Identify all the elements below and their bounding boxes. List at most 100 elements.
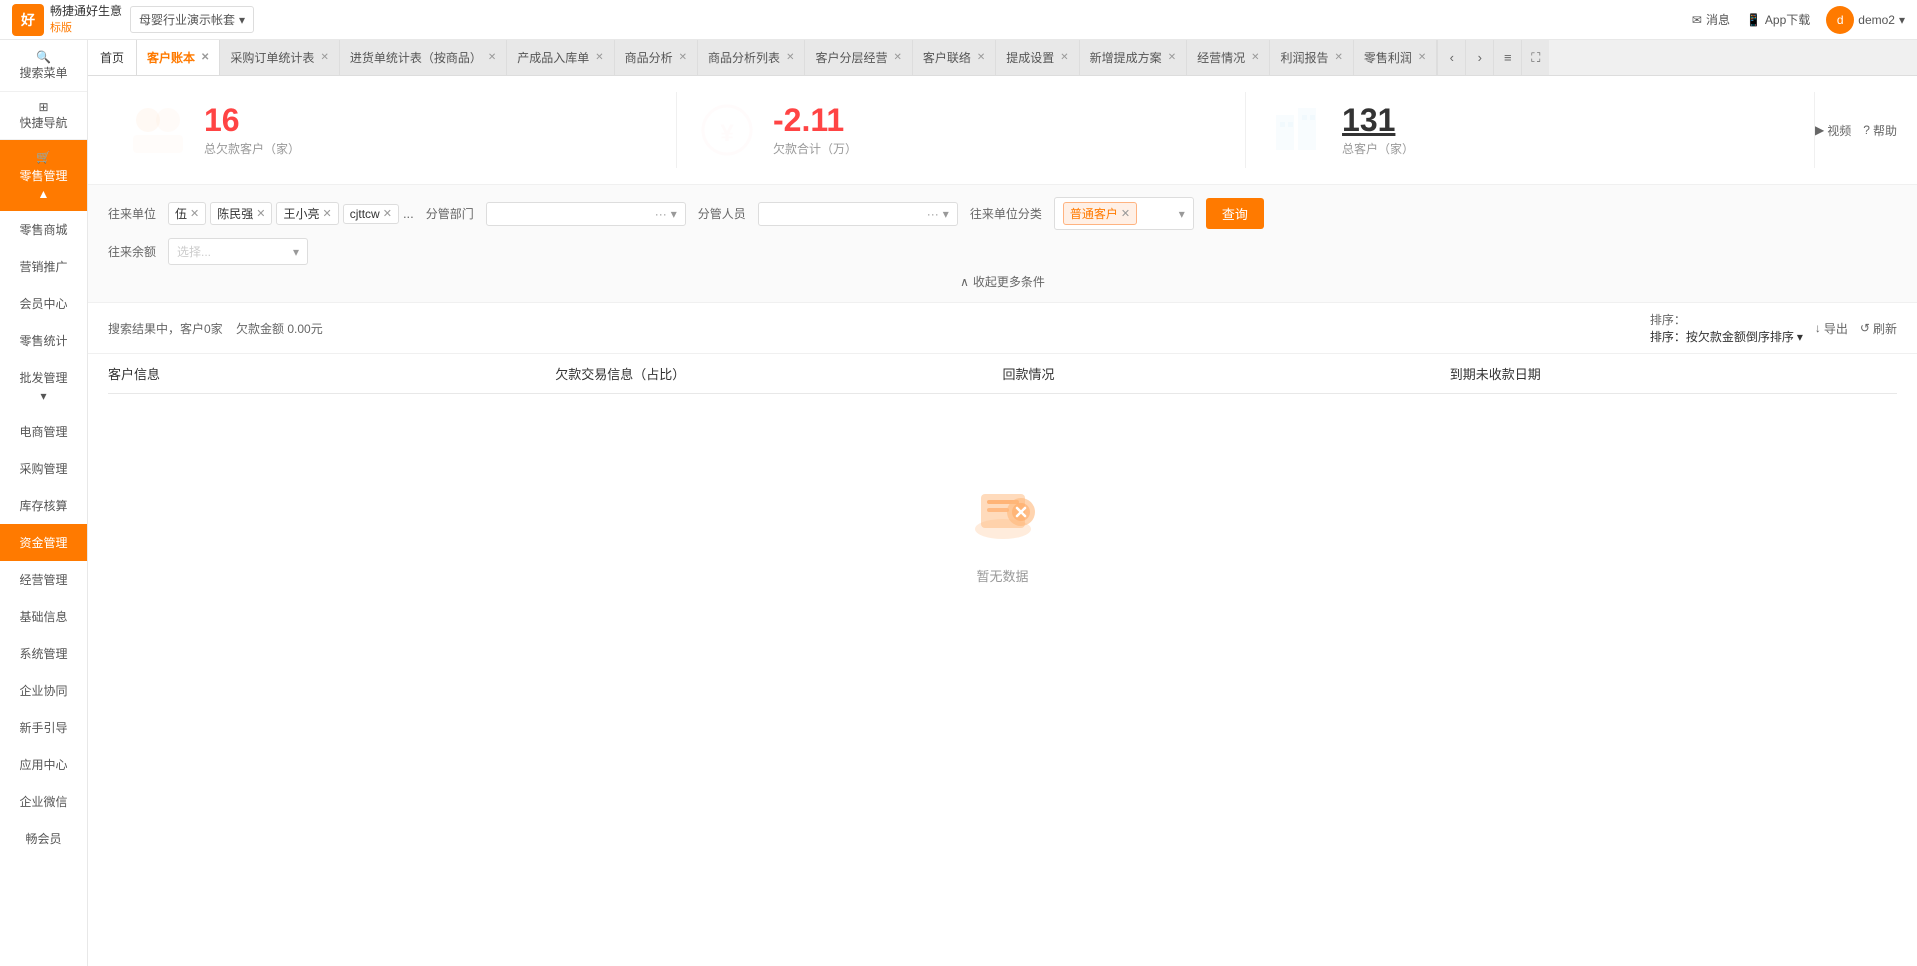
page-content: 16 总欠款客户（家） ¥ -2.11 欠款合计（万） [88, 76, 1917, 966]
message-button[interactable]: ✉ 消息 [1692, 11, 1730, 28]
table-header-due-date: 到期未收款日期 [1450, 364, 1897, 383]
sidebar-item-new-guide[interactable]: 新手引导 [0, 709, 87, 746]
help-button[interactable]: ? 帮助 [1863, 122, 1897, 139]
tag-remove-wang[interactable]: ✕ [323, 207, 332, 220]
tab-home[interactable]: 首页 [88, 40, 137, 75]
tag-remove-cjttcw[interactable]: ✕ [383, 207, 392, 220]
tab-prev-button[interactable]: ‹ [1437, 40, 1465, 75]
tab-close-icon[interactable]: ✕ [786, 52, 794, 63]
tab-close-icon[interactable]: ✕ [1168, 52, 1176, 63]
tab-label: 客户分层经营 [815, 49, 887, 66]
tab-retail-profit[interactable]: 零售利润 ✕ [1354, 40, 1437, 75]
logo-area: 好 畅捷通好生意 标版 [12, 4, 122, 36]
video-button[interactable]: ▶ 视频 [1815, 122, 1851, 139]
collapse-button[interactable]: ∧ 收起更多条件 [960, 273, 1045, 290]
tag-more-button[interactable]: ... [403, 206, 414, 221]
tab-close-icon[interactable]: ✕ [893, 52, 901, 63]
tab-close-icon[interactable]: ✕ [1335, 52, 1343, 63]
unit-class-tag-label: 普通客户 [1070, 205, 1118, 222]
person-dropdown[interactable]: ··· ▾ [758, 202, 958, 226]
sidebar-item-system-mgmt[interactable]: 系统管理 [0, 635, 87, 672]
topbar-right: ✉ 消息 📱 App下载 d demo2 ▾ [1692, 6, 1905, 34]
search-result-text: 搜索结果中，客户0家 欠款金额 0.00元 [108, 320, 323, 337]
tab-close-icon[interactable]: ✕ [977, 52, 985, 63]
tab-close-icon[interactable]: ✕ [1418, 52, 1426, 63]
sidebar-item-label: 库存核算 [19, 497, 67, 514]
tab-close-icon[interactable]: ✕ [1060, 52, 1068, 63]
search-menu-button[interactable]: 🔍 搜索菜单 [0, 40, 87, 92]
empty-icon [963, 474, 1043, 554]
dept-dropdown[interactable]: ··· ▾ [486, 202, 686, 226]
sidebar-item-app-center[interactable]: 应用中心 [0, 746, 87, 783]
unit-class-tag-remove[interactable]: ✕ [1121, 207, 1130, 220]
tab-commission-settings[interactable]: 提成设置 ✕ [996, 40, 1079, 75]
chevron-down-icon: ▾ [40, 389, 46, 403]
logo-text-block: 畅捷通好生意 标版 [50, 4, 122, 34]
table-header-debt-info: 欠款交易信息（占比） [555, 364, 1002, 383]
refresh-button[interactable]: ↺ 刷新 [1860, 320, 1897, 337]
user-menu[interactable]: d demo2 ▾ [1826, 6, 1905, 34]
sidebar-item-purchase-mgmt[interactable]: 采购管理 [0, 450, 87, 487]
dept-filter-label: 分管部门 [426, 205, 474, 222]
stat-info-amount: -2.11 欠款合计（万） [773, 104, 857, 157]
tab-close-icon[interactable]: ✕ [201, 52, 209, 63]
tab-product-analysis-list[interactable]: 商品分析列表 ✕ [698, 40, 805, 75]
sidebar-item-ecom-mgmt[interactable]: 电商管理 [0, 413, 87, 450]
tab-label: 新增提成方案 [1090, 49, 1162, 66]
sidebar-item-retail-mall[interactable]: 零售商城 [0, 211, 87, 248]
app-download-button[interactable]: 📱 App下载 [1746, 11, 1810, 28]
sidebar-item-retail-mgmt[interactable]: 🛒 零售管理 ▲ [0, 140, 87, 211]
stat-info-customers: 16 总欠款客户（家） [204, 104, 300, 157]
table-header: 客户信息 欠款交易信息（占比） 回款情况 到期未收款日期 [108, 354, 1897, 394]
suite-dropdown[interactable]: 母婴行业演示帐套 ▾ [130, 6, 254, 33]
query-button[interactable]: 查询 [1206, 198, 1264, 229]
filter-row-1: 往来单位 伍 ✕ 陈民强 ✕ 王小亮 ✕ [108, 197, 1897, 230]
sidebar: 🔍 搜索菜单 ⊞ 快捷导航 🛒 零售管理 ▲ 零售商城 营销推广 会员中心 零售… [0, 40, 88, 966]
export-button[interactable]: ↓ 导出 [1815, 320, 1848, 337]
empty-state: 暂无数据 [108, 394, 1897, 665]
balance-dropdown[interactable]: 选择... ▾ [168, 238, 308, 265]
stat-number-total: 131 [1342, 104, 1414, 136]
tab-fullscreen-button[interactable]: ⛶ [1521, 40, 1549, 75]
sidebar-item-inventory[interactable]: 库存核算 [0, 487, 87, 524]
sidebar-item-label: 零售管理 [19, 167, 67, 184]
tab-profit-report[interactable]: 利润报告 ✕ [1270, 40, 1353, 75]
sidebar-item-basic-info[interactable]: 基础信息 [0, 598, 87, 635]
tab-menu-button[interactable]: ≡ [1493, 40, 1521, 75]
sidebar-item-enterprise-wechat[interactable]: 企业微信 [0, 783, 87, 820]
stat-number-amount: -2.11 [773, 104, 857, 136]
sort-dropdown[interactable]: 排序：按欠款金额倒序排序 ▾ [1650, 328, 1803, 345]
chevron-down-icon: ▾ [1179, 207, 1185, 221]
tab-product-inbound[interactable]: 产成品入库单 ✕ [507, 40, 614, 75]
tab-purchase-order-stats[interactable]: 采购订单统计表 ✕ [220, 40, 339, 75]
tab-customer-ledger[interactable]: 客户账本 ✕ [137, 40, 220, 75]
tab-add-commission-plan[interactable]: 新增提成方案 ✕ [1080, 40, 1187, 75]
sidebar-item-member-center[interactable]: 会员中心 [0, 285, 87, 322]
sidebar-item-chang-member[interactable]: 畅会员 [0, 820, 87, 857]
sidebar-item-wholesale-mgmt[interactable]: 批发管理 ▾ [0, 359, 87, 413]
unit-class-dropdown[interactable]: 普通客户 ✕ ▾ [1054, 197, 1194, 230]
sidebar-item-finance[interactable]: 资金管理 [0, 524, 87, 561]
tab-customer-contact[interactable]: 客户联络 ✕ [913, 40, 996, 75]
tag-remove-wu[interactable]: ✕ [190, 207, 199, 220]
sidebar-item-operation-mgmt[interactable]: 经营管理 [0, 561, 87, 598]
sidebar-item-retail-stats[interactable]: 零售统计 [0, 322, 87, 359]
quick-nav-button[interactable]: ⊞ 快捷导航 [0, 92, 87, 140]
filter-area: 往来单位 伍 ✕ 陈民强 ✕ 王小亮 ✕ [88, 185, 1917, 303]
tab-operation-status[interactable]: 经营情况 ✕ [1187, 40, 1270, 75]
tab-close-icon[interactable]: ✕ [1251, 52, 1259, 63]
tab-purchase-stats-by-product[interactable]: 进货单统计表（按商品） ✕ [340, 40, 507, 75]
tab-product-analysis[interactable]: 商品分析 ✕ [615, 40, 698, 75]
tab-next-button[interactable]: › [1465, 40, 1493, 75]
tab-close-icon[interactable]: ✕ [595, 52, 603, 63]
sort-text: 排序： [1650, 313, 1686, 327]
sidebar-item-marketing[interactable]: 营销推广 [0, 248, 87, 285]
sidebar-item-label: 电商管理 [19, 423, 67, 440]
help-icon: ? [1863, 123, 1870, 137]
sidebar-item-enterprise-collab[interactable]: 企业协同 [0, 672, 87, 709]
tab-close-icon[interactable]: ✕ [488, 52, 496, 63]
tab-customer-tiering[interactable]: 客户分层经营 ✕ [805, 40, 912, 75]
tab-close-icon[interactable]: ✕ [679, 52, 687, 63]
tag-remove-chen[interactable]: ✕ [256, 207, 265, 220]
tab-close-icon[interactable]: ✕ [320, 52, 328, 63]
